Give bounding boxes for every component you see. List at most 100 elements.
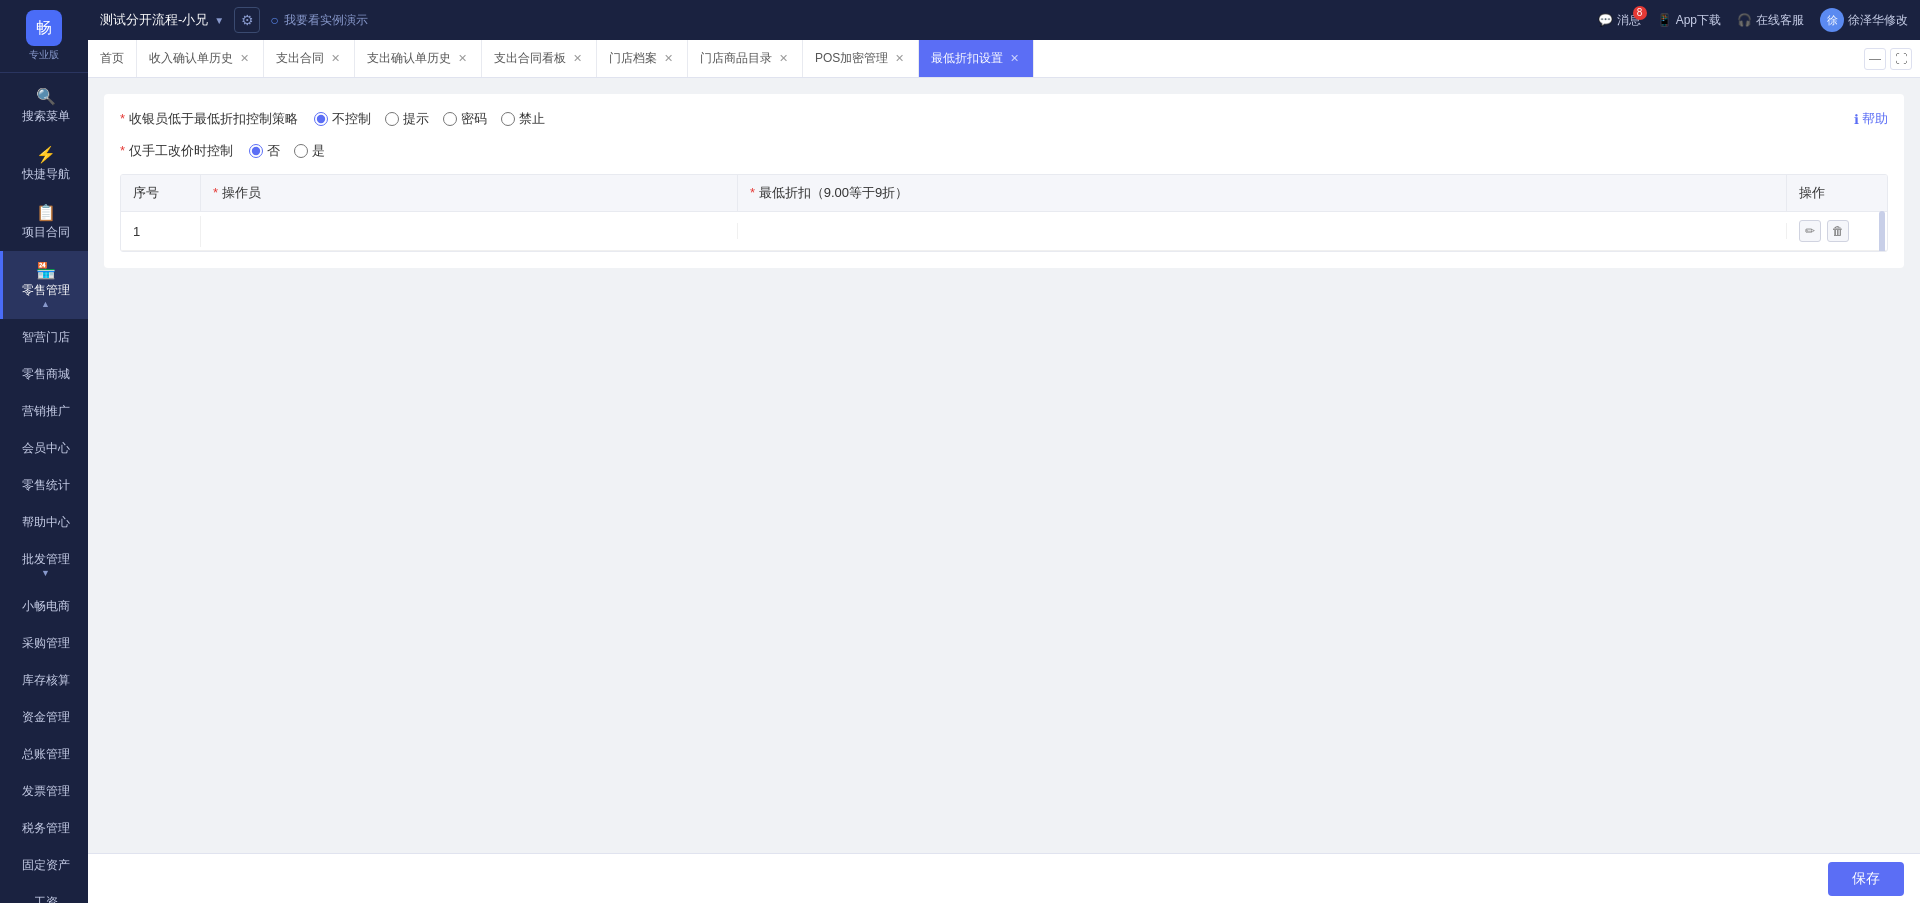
discount-policy-radio-ban[interactable] xyxy=(501,112,515,126)
tab-minimize-button[interactable]: — xyxy=(1864,48,1886,70)
sidebar-item-general-ledger[interactable]: 总账管理 xyxy=(0,736,88,773)
discount-policy-radio-none[interactable] xyxy=(314,112,328,126)
tab-payment-contract-board-label: 支出合同看板 xyxy=(494,50,566,67)
sidebar-item-payroll-label: 工资 xyxy=(34,894,58,903)
sidebar-item-inventory-label: 库存核算 xyxy=(22,672,70,689)
help-button[interactable]: ℹ 帮助 xyxy=(1854,110,1888,128)
topbar: 测试分开流程-小兄 ▼ ⚙ ○ 我要看实例演示 💬 消息 8 📱 App下载 🎧… xyxy=(88,0,1920,40)
sidebar-item-search[interactable]: 🔍 搜索菜单 xyxy=(0,77,88,135)
sidebar-item-purchase-management[interactable]: 采购管理 xyxy=(0,625,88,662)
tab-maximize-button[interactable]: ⛶ xyxy=(1890,48,1912,70)
tab-min-discount-settings-label: 最低折扣设置 xyxy=(931,50,1003,67)
table-header-seq: 序号 xyxy=(121,175,201,211)
main-area: 测试分开流程-小兄 ▼ ⚙ ○ 我要看实例演示 💬 消息 8 📱 App下载 🎧… xyxy=(88,0,1920,903)
sidebar-item-wholesale-management[interactable]: 批发管理 ▼ xyxy=(0,541,88,588)
chevron-down-icon: ▼ xyxy=(41,568,50,578)
manual-price-option-yes[interactable]: 是 xyxy=(294,142,325,160)
table-header-discount-label: 最低折扣（9.00等于9折） xyxy=(759,185,909,200)
sidebar-item-retail-management[interactable]: 🏪 零售管理 ▲ xyxy=(0,251,88,319)
app-download-button[interactable]: 📱 App下载 xyxy=(1657,12,1721,29)
sidebar-item-fixed-assets[interactable]: 固定资产 xyxy=(0,847,88,884)
table-header: 序号 * 操作员 * 最低折扣（9.00等于9折） 操作 xyxy=(121,175,1887,212)
manual-price-option-no[interactable]: 否 xyxy=(249,142,280,160)
discount-policy-radio-group: 不控制 提示 密码 禁止 xyxy=(314,110,545,128)
tab-pos-password[interactable]: POS加密管理 ✕ xyxy=(803,40,919,78)
sidebar-item-capital-management[interactable]: 资金管理 xyxy=(0,699,88,736)
sidebar-item-help-center[interactable]: 帮助中心 xyxy=(0,504,88,541)
sidebar-item-retail-stats-label: 零售统计 xyxy=(22,477,70,494)
demo-text: 我要看实例演示 xyxy=(284,12,368,29)
help-label: 帮助 xyxy=(1862,110,1888,128)
discount-policy-option-none[interactable]: 不控制 xyxy=(314,110,371,128)
discount-policy-option-hint[interactable]: 提示 xyxy=(385,110,429,128)
sidebar-item-smart-store[interactable]: 智营门店 xyxy=(0,319,88,356)
discount-policy-label: 收银员低于最低折扣控制策略 xyxy=(120,110,298,128)
tab-store-product-catalog[interactable]: 门店商品目录 ✕ xyxy=(688,40,803,78)
tab-store-archive-close[interactable]: ✕ xyxy=(662,51,675,66)
tabbar-actions: — ⛶ xyxy=(1856,48,1920,70)
discount-policy-option-ban[interactable]: 禁止 xyxy=(501,110,545,128)
sidebar-item-ecommerce[interactable]: 小畅电商 xyxy=(0,588,88,625)
sidebar-item-invoice-management[interactable]: 发票管理 xyxy=(0,773,88,810)
table-cell-discount-1 xyxy=(738,223,1787,239)
sidebar-item-payroll[interactable]: 工资 xyxy=(0,884,88,903)
row-delete-button-1[interactable]: 🗑 xyxy=(1827,220,1849,242)
help-icon: ℹ xyxy=(1854,112,1859,127)
tab-payment-contract-board[interactable]: 支出合同看板 ✕ xyxy=(482,40,597,78)
topbar-settings-button[interactable]: ⚙ xyxy=(234,7,260,33)
user-profile[interactable]: 徐 徐泽华修改 xyxy=(1820,8,1908,32)
save-button[interactable]: 保存 xyxy=(1828,862,1904,896)
discount-policy-ban-label: 禁止 xyxy=(519,110,545,128)
discount-policy-radio-hint[interactable] xyxy=(385,112,399,126)
table-scrollbar[interactable] xyxy=(1879,211,1885,252)
tab-income-history[interactable]: 收入确认单历史 ✕ xyxy=(137,40,264,78)
tab-payment-confirm-close[interactable]: ✕ xyxy=(456,51,469,66)
tabbar: 首页 收入确认单历史 ✕ 支出合同 ✕ 支出确认单历史 ✕ 支出合同看板 ✕ 门… xyxy=(88,40,1920,78)
demo-icon: ○ xyxy=(270,12,278,28)
project-selector[interactable]: 测试分开流程-小兄 ▼ xyxy=(100,11,224,29)
row-edit-button-1[interactable]: ✏ xyxy=(1799,220,1821,242)
tab-payment-contract-board-close[interactable]: ✕ xyxy=(571,51,584,66)
tab-payment-contract-close[interactable]: ✕ xyxy=(329,51,342,66)
sidebar-item-tax-management[interactable]: 税务管理 xyxy=(0,810,88,847)
discount-policy-row: 收银员低于最低折扣控制策略 不控制 提示 密码 xyxy=(120,110,1888,128)
discount-policy-hint-label: 提示 xyxy=(403,110,429,128)
tab-income-history-close[interactable]: ✕ xyxy=(238,51,251,66)
manual-price-radio-no[interactable] xyxy=(249,144,263,158)
manual-price-row: 仅手工改价时控制 否 是 xyxy=(120,142,1888,160)
tab-store-archive[interactable]: 门店档案 ✕ xyxy=(597,40,688,78)
sidebar-item-inventory[interactable]: 库存核算 xyxy=(0,662,88,699)
tab-pos-password-close[interactable]: ✕ xyxy=(893,51,906,66)
tab-payment-confirm-history[interactable]: 支出确认单历史 ✕ xyxy=(355,40,482,78)
sidebar-item-capital-label: 资金管理 xyxy=(22,709,70,726)
messages-button[interactable]: 💬 消息 8 xyxy=(1598,12,1641,29)
discount-policy-option-password[interactable]: 密码 xyxy=(443,110,487,128)
sidebar-item-retail-stats[interactable]: 零售统计 xyxy=(0,467,88,504)
chevron-up-icon: ▲ xyxy=(41,299,50,309)
table-cell-seq-1: 1 xyxy=(121,216,201,247)
sidebar-item-project-contract[interactable]: 📋 项目合同 xyxy=(0,193,88,251)
sidebar-item-retail-label: 零售管理 xyxy=(22,282,70,299)
demo-link[interactable]: ○ 我要看实例演示 xyxy=(270,12,367,29)
sidebar-item-marketing[interactable]: 营销推广 xyxy=(0,393,88,430)
tab-home[interactable]: 首页 xyxy=(88,40,137,78)
online-support-button[interactable]: 🎧 在线客服 xyxy=(1737,12,1804,29)
sidebar-item-marketing-label: 营销推广 xyxy=(22,403,70,420)
table-cell-action-1: ✏ 🗑 xyxy=(1787,212,1887,250)
sidebar-item-quicknav[interactable]: ⚡ 快捷导航 xyxy=(0,135,88,193)
tab-min-discount-settings-close[interactable]: ✕ xyxy=(1008,51,1021,66)
tab-payment-confirm-history-label: 支出确认单历史 xyxy=(367,50,451,67)
manual-price-label: 仅手工改价时控制 xyxy=(120,142,233,160)
table-cell-operator-1 xyxy=(201,223,738,239)
tab-store-product-catalog-close[interactable]: ✕ xyxy=(777,51,790,66)
tab-payment-contract[interactable]: 支出合同 ✕ xyxy=(264,40,355,78)
sidebar-item-fixed-assets-label: 固定资产 xyxy=(22,857,70,874)
search-icon: 🔍 xyxy=(36,87,56,106)
project-name: 测试分开流程-小兄 xyxy=(100,11,208,29)
sidebar-item-retail-mall[interactable]: 零售商城 xyxy=(0,356,88,393)
online-support-label: 在线客服 xyxy=(1756,12,1804,29)
manual-price-radio-yes[interactable] xyxy=(294,144,308,158)
discount-policy-radio-password[interactable] xyxy=(443,112,457,126)
sidebar-item-member-center[interactable]: 会员中心 xyxy=(0,430,88,467)
tab-min-discount-settings[interactable]: 最低折扣设置 ✕ xyxy=(919,40,1034,78)
